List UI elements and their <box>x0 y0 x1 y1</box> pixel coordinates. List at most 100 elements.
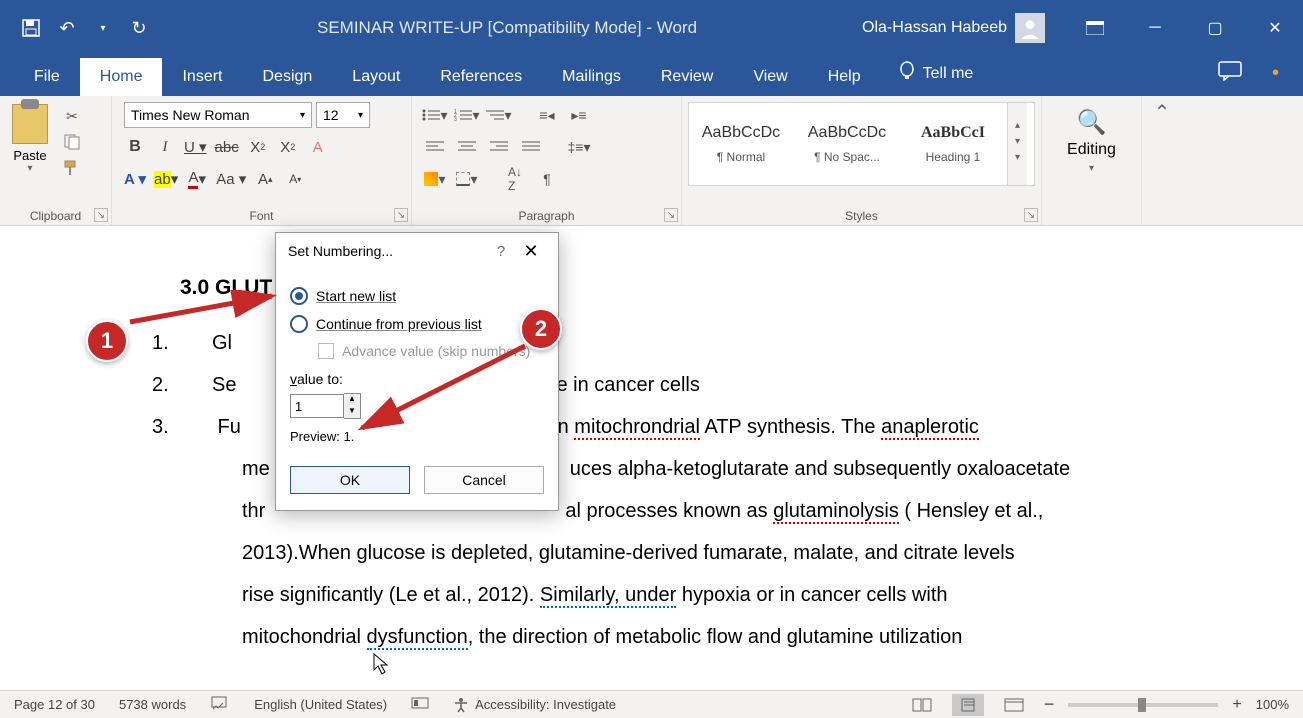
lightbulb-icon <box>899 61 915 86</box>
text-effects-button[interactable]: A ▾ <box>124 168 146 190</box>
qat-dropdown-icon[interactable]: ▾ <box>90 15 116 41</box>
editing-button[interactable]: 🔍 Editing ▾ <box>1048 102 1135 180</box>
bullets-button[interactable]: ▾ <box>422 104 448 126</box>
decrease-indent-button[interactable]: ≡◂ <box>534 104 560 126</box>
tab-references[interactable]: References <box>420 58 542 96</box>
user-area[interactable]: Ola-Hassan Habeeb <box>862 13 1045 43</box>
tab-view[interactable]: View <box>733 58 807 96</box>
align-center-button[interactable] <box>454 136 480 158</box>
close-dialog-icon[interactable]: ✕ <box>516 241 546 262</box>
maximize-icon[interactable]: ▢ <box>1195 13 1235 43</box>
read-mode-icon[interactable] <box>906 694 938 716</box>
numbering-button[interactable]: 123▾ <box>454 104 480 126</box>
zoom-slider[interactable] <box>1068 703 1218 707</box>
line-spacing-button[interactable]: ‡≡▾ <box>566 136 592 158</box>
multilevel-button[interactable]: ▾ <box>486 104 512 126</box>
grow-font-button[interactable]: A▴ <box>254 168 276 190</box>
paste-button[interactable]: Paste ▾ <box>8 100 52 178</box>
word-count[interactable]: 5738 words <box>119 697 186 712</box>
tab-file[interactable]: File <box>14 58 80 96</box>
paragraph-launcher-icon[interactable]: ↘ <box>664 208 678 222</box>
style-nospacing[interactable]: AaBbCcDc ¶ No Spac... <box>795 103 899 185</box>
tab-home[interactable]: Home <box>80 58 163 96</box>
page-status[interactable]: Page 12 of 30 <box>14 697 95 712</box>
borders-button[interactable]: ▾ <box>454 168 480 190</box>
styles-group: AaBbCcDc ¶ Normal AaBbCcDc ¶ No Spac... … <box>682 96 1042 225</box>
cancel-button[interactable]: Cancel <box>424 466 544 494</box>
zoom-level[interactable]: 100% <box>1256 697 1289 712</box>
print-layout-icon[interactable] <box>952 694 984 716</box>
font-name-combo[interactable]: Times New Roman▾ <box>124 102 312 128</box>
ribbon-display-icon[interactable] <box>1075 13 1115 43</box>
minimize-icon[interactable]: ─ <box>1135 13 1175 43</box>
ok-button[interactable]: OK <box>290 466 410 494</box>
user-avatar-icon[interactable] <box>1015 13 1045 43</box>
help-icon[interactable]: ? <box>486 243 516 260</box>
tab-help[interactable]: Help <box>808 58 881 96</box>
highlight-button[interactable]: ab▾ <box>154 168 178 190</box>
redo-icon[interactable]: ↻ <box>126 15 152 41</box>
comments-icon[interactable] <box>1218 61 1242 86</box>
continue-list-option[interactable]: Continue from previous list <box>290 315 544 333</box>
web-layout-icon[interactable] <box>998 694 1030 716</box>
start-new-list-option[interactable]: Start new list <box>290 287 544 305</box>
spell-check-icon[interactable] <box>210 695 230 714</box>
clear-formatting-button[interactable]: A <box>307 136 329 158</box>
zoom-in-icon[interactable]: + <box>1232 696 1241 714</box>
value-input[interactable] <box>290 394 344 418</box>
zoom-out-icon[interactable]: − <box>1044 694 1055 715</box>
tell-me-search[interactable]: Tell me <box>881 51 992 96</box>
copy-icon[interactable] <box>60 132 84 152</box>
styles-launcher-icon[interactable]: ↘ <box>1024 208 1038 222</box>
tab-design[interactable]: Design <box>242 58 332 96</box>
window-title: SEMINAR WRITE-UP [Compatibility Mode] - … <box>152 18 862 38</box>
shading-button[interactable]: ▾ <box>422 168 448 190</box>
tab-insert[interactable]: Insert <box>162 58 242 96</box>
justify-button[interactable] <box>518 136 544 158</box>
radio-unchecked-icon[interactable] <box>290 315 308 333</box>
shrink-font-button[interactable]: A▾ <box>284 168 306 190</box>
accessibility-status[interactable]: Accessibility: Investigate <box>453 697 616 713</box>
align-right-button[interactable] <box>486 136 512 158</box>
clipboard-launcher-icon[interactable]: ↘ <box>94 208 108 222</box>
show-marks-button[interactable]: ¶ <box>534 168 560 190</box>
cut-icon[interactable]: ✂ <box>60 106 84 126</box>
change-case-button[interactable]: Aa ▾ <box>216 168 246 190</box>
style-normal[interactable]: AaBbCcDc ¶ Normal <box>689 103 793 185</box>
increase-indent-button[interactable]: ▸≡ <box>566 104 592 126</box>
radio-checked-icon[interactable] <box>290 287 308 305</box>
subscript-button[interactable]: X2 <box>247 136 269 158</box>
font-name-value: Times New Roman <box>131 107 250 123</box>
annotation-1: 1 <box>86 320 128 362</box>
macro-icon[interactable] <box>411 695 429 714</box>
language-status[interactable]: English (United States) <box>254 697 387 712</box>
font-color-button[interactable]: A▾ <box>186 168 208 190</box>
titlebar: ↶ ▾ ↻ SEMINAR WRITE-UP [Compatibility Mo… <box>0 0 1303 56</box>
format-painter-icon[interactable] <box>60 158 84 178</box>
collapse-ribbon-icon[interactable]: ⌃ <box>1142 96 1182 225</box>
style-heading1[interactable]: AaBbCcI Heading 1 <box>901 103 1005 185</box>
undo-icon[interactable]: ↶ <box>54 15 80 41</box>
bold-button[interactable]: B <box>124 136 146 158</box>
editing-group: 🔍 Editing ▾ <box>1042 96 1142 225</box>
tab-mailings[interactable]: Mailings <box>542 58 641 96</box>
styles-gallery[interactable]: AaBbCcDc ¶ Normal AaBbCcDc ¶ No Spac... … <box>688 102 1035 186</box>
save-icon[interactable] <box>18 15 44 41</box>
paragraph-group: ▾ 123▾ ▾ ≡◂ ▸≡ ‡≡▾ ▾ ▾ A↓Z ¶ Paragraph ↘ <box>412 96 682 225</box>
underline-button[interactable]: U ▾ <box>184 136 207 158</box>
accessibility-icon <box>453 697 469 713</box>
tab-review[interactable]: Review <box>641 58 733 96</box>
close-icon[interactable]: ✕ <box>1255 13 1295 43</box>
italic-button[interactable]: I <box>154 136 176 158</box>
user-name: Ola-Hassan Habeeb <box>862 19 1007 37</box>
styles-more[interactable]: ▴▾▾ <box>1007 103 1027 185</box>
annotation-arrow-2 <box>350 340 540 440</box>
font-size-combo[interactable]: 12▾ <box>316 102 370 128</box>
align-left-button[interactable] <box>422 136 448 158</box>
sort-button[interactable]: A↓Z <box>502 168 528 190</box>
cursor-icon <box>372 652 392 676</box>
font-launcher-icon[interactable]: ↘ <box>394 208 408 222</box>
strikethrough-button[interactable]: abc <box>215 136 239 158</box>
tab-layout[interactable]: Layout <box>332 58 420 96</box>
superscript-button[interactable]: X2 <box>277 136 299 158</box>
